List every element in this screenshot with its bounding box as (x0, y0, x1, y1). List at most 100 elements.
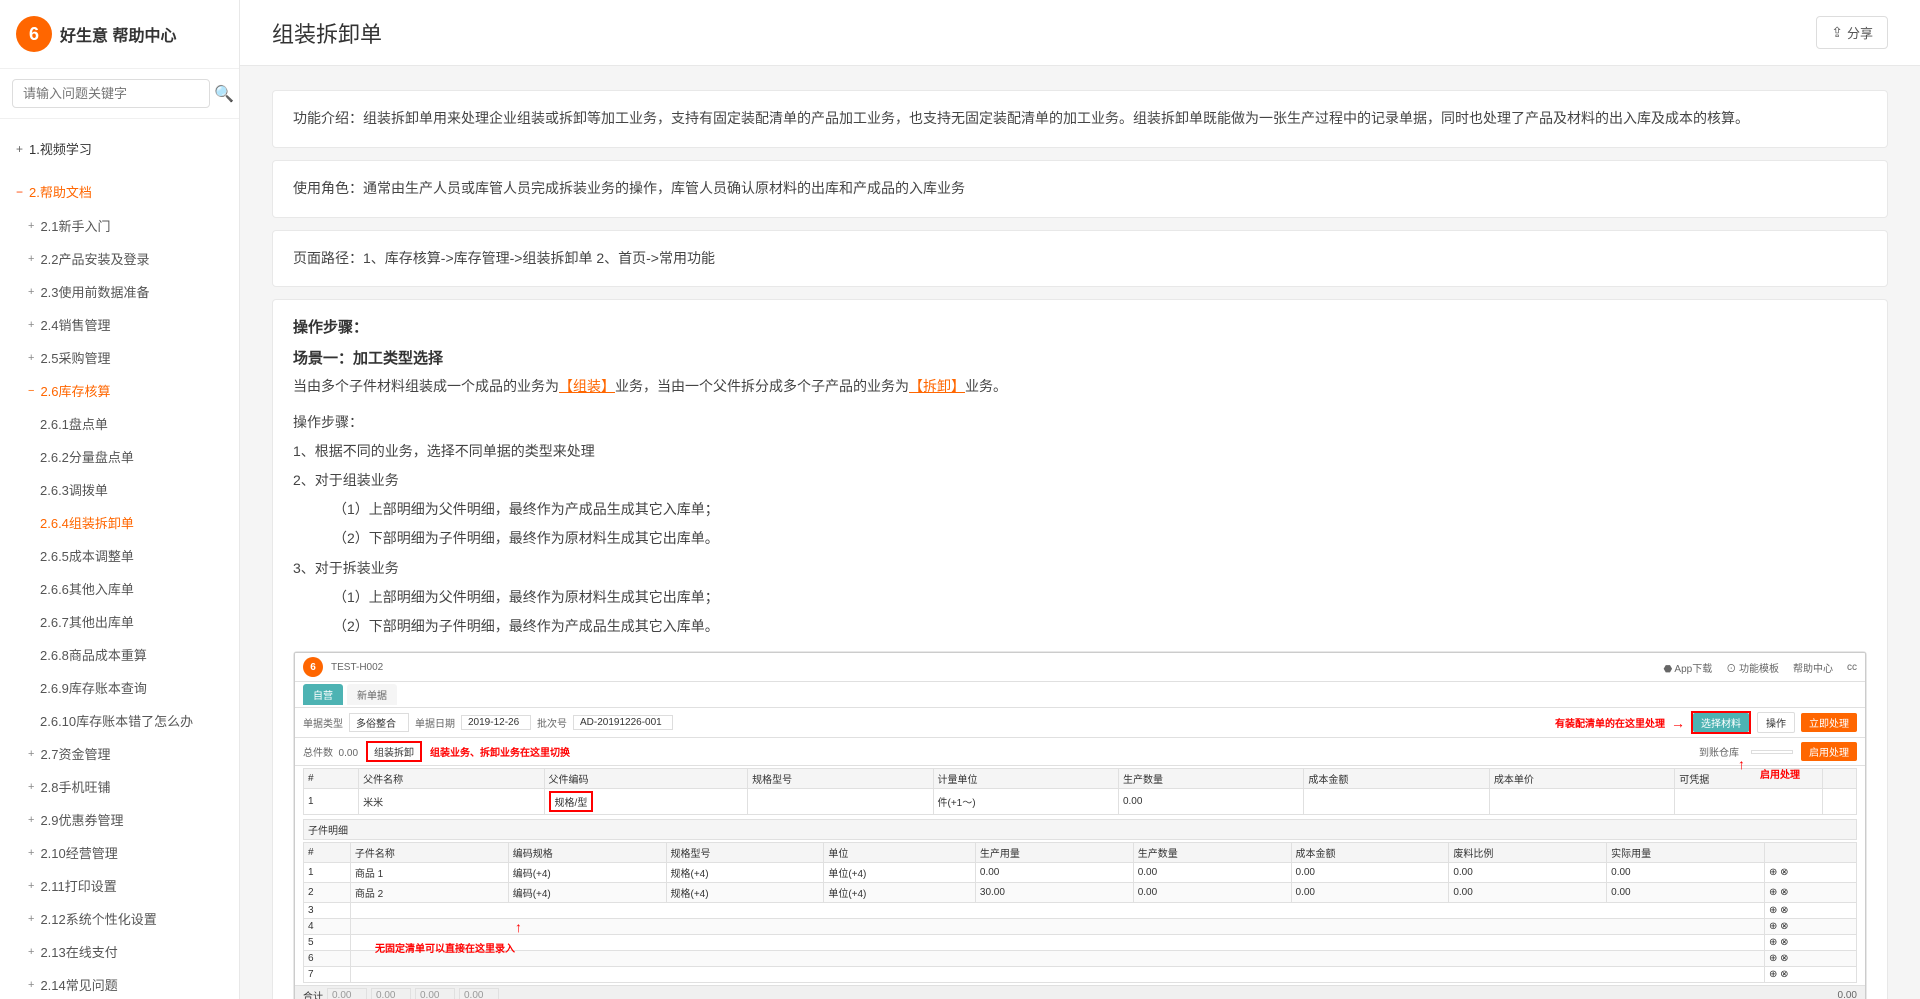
sidebar-item-management[interactable]: + 2.10经营管理 (0, 836, 239, 869)
sidebar-leaf-269[interactable]: 2.6.9库存账本查询 (0, 671, 239, 704)
btd-op6: ⊕ ⊗ (1764, 951, 1856, 967)
th-parent-code: 父件编码 (544, 769, 748, 789)
mock-store-label: 到账仓库 (1699, 744, 1739, 759)
mock-btn-enable: 启用处理 (1801, 742, 1857, 761)
sidebar-item-system[interactable]: + 2.12系统个性化设置 (0, 902, 239, 935)
td-voucher (1675, 789, 1823, 815)
sidebar-sub-label: 2.8手机旺铺 (40, 777, 110, 796)
td-no: 1 (304, 789, 359, 815)
plus-icon-2-10: + (28, 847, 34, 859)
mock-toolbar: 单据类型 多俗整合 单据日期 2019-12-26 批次号 AD-2019122… (295, 708, 1865, 738)
mock-nav-item2: ⊙ 功能模板 (1726, 660, 1779, 675)
btd-op5: ⊕ ⊗ (1764, 935, 1856, 951)
sidebar-item-sales[interactable]: + 2.4销售管理 (0, 308, 239, 341)
sidebar-item-data-prep[interactable]: + 2.3使用前数据准备 (0, 275, 239, 308)
td-cost (1304, 789, 1489, 815)
mock-totals-row: 合计 0.00 0.00 0.00 0.00 0.00 (295, 985, 1865, 999)
th-no: # (304, 769, 359, 789)
btd-no2: 2 (304, 883, 351, 903)
scenario1-desc: 当由多个子件材料组装成一个成品的业务为【组装】业务，当由一个父件拆分成多个子产品… (293, 374, 1867, 399)
step2: 2、对于组装业务 (293, 468, 1867, 493)
th-cost: 成本金额 (1304, 769, 1489, 789)
table-row: 6 ⊕ ⊗ (304, 951, 1857, 967)
btd-unit2: 单位(+4) (824, 883, 976, 903)
annotation-arrow3: ↑ (1738, 756, 1745, 772)
nav-section-video: + 1.视频学习 (0, 127, 239, 170)
th-voucher: 可凭据 (1675, 769, 1823, 789)
mock-btn-select-material: 选择材料 (1693, 713, 1749, 732)
mock-store-input (1751, 750, 1793, 754)
step2-2: （2）下部明细为子件明细，最终作为原材料生成其它出库单。 (293, 526, 1867, 551)
sidebar-leaf-263[interactable]: 2.6.3调拨单 (0, 473, 239, 506)
share-button[interactable]: ⇪ 分享 (1816, 16, 1888, 49)
sidebar-item-faq[interactable]: + 2.14常见问题 (0, 968, 239, 999)
plus-icon-2-9: + (28, 814, 34, 826)
mock-tab-new: 新单据 (347, 684, 397, 705)
step2-1: （1）上部明细为父件明细，最终作为产成品生成其它入库单； (293, 497, 1867, 522)
minus-icon: − (16, 185, 23, 199)
main-header: 组装拆卸单 ⇪ 分享 (240, 0, 1920, 66)
mock-doc-type-input: 多俗整合 (349, 713, 409, 732)
btd-op4: ⊕ ⊗ (1764, 919, 1856, 935)
sidebar-leaf-262[interactable]: 2.6.2分量盘点单 (0, 440, 239, 473)
mock-btn-save: 立即处理 (1801, 713, 1857, 732)
annotation-arrow4: ↑ (515, 919, 522, 935)
sidebar-leaf-266[interactable]: 2.6.6其他入库单 (0, 572, 239, 605)
sidebar-item-coupon[interactable]: + 2.9优惠券管理 (0, 803, 239, 836)
btd-code: 编码(+4) (508, 863, 666, 883)
sidebar-item-print[interactable]: + 2.11打印设置 (0, 869, 239, 902)
search-bar: 🔍 (0, 69, 239, 119)
btd-op3: ⊕ ⊗ (1764, 903, 1856, 919)
share-icon: ⇪ (1831, 24, 1843, 41)
btd-spec2: 规格(+4) (666, 883, 824, 903)
btd-qty2: 0.00 (1133, 883, 1291, 903)
plus-icon-2-3: + (28, 286, 34, 298)
path-block: 页面路径：1、库存核算->库存管理->组装拆卸单 2、首页->常用功能 (272, 230, 1888, 288)
sidebar-item-new-user[interactable]: + 2.1新手入门 (0, 209, 239, 242)
scenario1-title: 场景一：加工类型选择 (293, 347, 1867, 368)
search-input[interactable] (12, 79, 210, 108)
btd-no3: 3 (304, 903, 351, 919)
btd-unit: 单位(+4) (824, 863, 976, 883)
nav-sub-items-docs: + 2.1新手入门 + 2.2产品安装及登录 + 2.3使用前数据准备 + 2.… (0, 209, 239, 999)
sidebar-item-finance[interactable]: + 2.7资金管理 (0, 737, 239, 770)
main-area: 组装拆卸单 ⇪ 分享 功能介绍：组装拆卸单用来处理企业组装或拆卸等加工业务，支持… (240, 0, 1920, 999)
plus-icon-2-12: + (28, 913, 34, 925)
app-logo: 6 (303, 657, 323, 677)
sidebar-sub-label: 2.9优惠券管理 (40, 810, 123, 829)
sidebar-item-install[interactable]: + 2.2产品安装及登录 (0, 242, 239, 275)
mock-nav-item3: 帮助中心 (1793, 660, 1833, 675)
sidebar-item-help-docs[interactable]: − 2.帮助文档 (0, 174, 239, 209)
totals-input1: 0.00 (327, 988, 367, 999)
sidebar-sub-label: 2.7资金管理 (40, 744, 110, 763)
sidebar-item-mobile[interactable]: + 2.8手机旺铺 (0, 770, 239, 803)
mock-doc-type-label: 单据类型 (303, 715, 343, 730)
sidebar-item-inventory[interactable]: − 2.6库存核算 (0, 374, 239, 407)
sidebar-leaf-2610[interactable]: 2.6.10库存账本错了怎么办 (0, 704, 239, 737)
sidebar-item-payment[interactable]: + 2.13在线支付 (0, 935, 239, 968)
annotation-text1: 有装配清单的在这里处理 (1555, 715, 1665, 730)
bth-actual: 实际用量 (1607, 843, 1765, 863)
annotation-text4: 无固定清单可以直接在这里录入 (375, 940, 515, 955)
intro-text: 功能介绍：组装拆卸单用来处理企业组装或拆卸等加工业务，支持有固定装配清单的产品加… (293, 107, 1867, 131)
sidebar-item-video-learning[interactable]: + 1.视频学习 (0, 131, 239, 166)
screenshot-block: 6 TEST-H002 ⬣ App下载 ⊙ 功能模板 帮助中心 cc 自营 新单… (293, 651, 1867, 999)
td-qty: 0.00 (1118, 789, 1303, 815)
sidebar-leaf-261[interactable]: 2.6.1盘点单 (0, 407, 239, 440)
search-button[interactable]: 🔍 (214, 84, 234, 104)
totals-input3: 0.00 (415, 988, 455, 999)
btd-code2: 编码(+4) (508, 883, 666, 903)
mock-test-id: TEST-H002 (331, 662, 383, 673)
sidebar-leaf-267[interactable]: 2.6.7其他出库单 (0, 605, 239, 638)
sidebar-leaf-265[interactable]: 2.6.5成本调整单 (0, 539, 239, 572)
logo-title: 好生意 帮助中心 (60, 22, 176, 46)
sidebar-leaf-264[interactable]: 2.6.4组装拆卸单 (0, 506, 239, 539)
bth-qty: 生产数量 (1133, 843, 1291, 863)
bth-spec: 规格型号 (666, 843, 824, 863)
sidebar-leaf-268[interactable]: 2.6.8商品成本重算 (0, 638, 239, 671)
totals-input2: 0.00 (371, 988, 411, 999)
sidebar-item-purchase[interactable]: + 2.5采购管理 (0, 341, 239, 374)
plus-icon-2-4: + (28, 319, 34, 331)
bth-ops (1764, 843, 1856, 863)
main-content: 功能介绍：组装拆卸单用来处理企业组装或拆卸等加工业务，支持有固定装配清单的产品加… (240, 66, 1920, 999)
